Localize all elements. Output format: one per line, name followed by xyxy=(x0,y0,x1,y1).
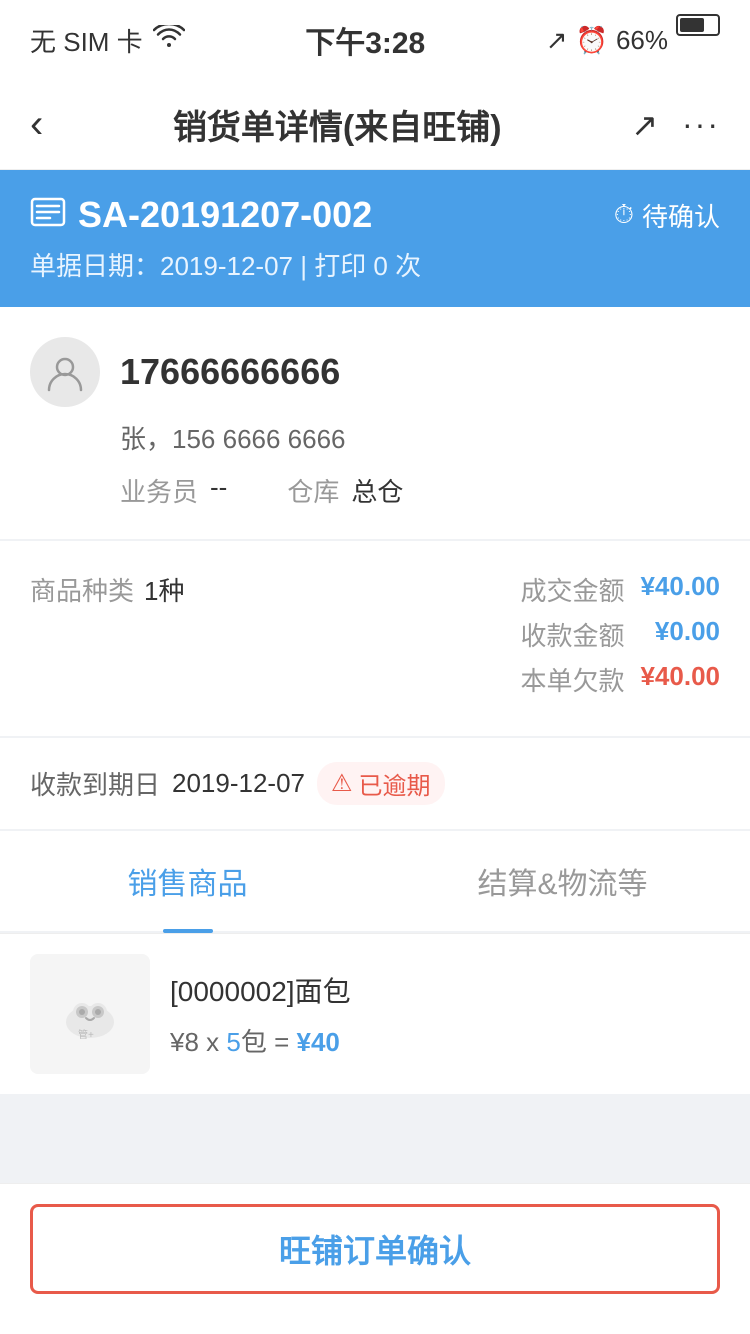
owing-row: 本单欠款 ¥40.00 xyxy=(520,661,720,698)
nav-bar: ‹ 销货单详情(来自旺铺) ↗ ··· xyxy=(0,80,750,170)
nav-actions: ↗ ··· xyxy=(631,106,720,144)
salesman-label: 业务员 xyxy=(120,472,198,509)
svg-text:管+: 管+ xyxy=(78,1028,94,1041)
back-button[interactable]: ‹ xyxy=(30,102,43,147)
customer-name: 张，156 6666 6666 xyxy=(30,419,720,456)
page-title: 销货单详情(来自旺铺) xyxy=(173,100,502,149)
clock-icon: ⏱ xyxy=(614,199,634,231)
owing-value: ¥40.00 xyxy=(640,661,720,698)
due-section: 收款到期日 2019-12-07 ⚠ 已逾期 xyxy=(0,738,750,829)
wifi-icon xyxy=(153,25,185,56)
received-label: 收款金额 xyxy=(520,616,624,653)
customer-row: 17666666666 xyxy=(30,337,720,407)
warehouse-value: 总仓 xyxy=(351,472,403,509)
alarm-icon: ⏰ xyxy=(576,25,608,56)
product-unit: 包 xyxy=(241,1027,267,1057)
product-type-label: 商品种类 xyxy=(30,571,134,608)
status-text: 待确认 xyxy=(642,197,720,234)
tabs-row: 销售商品 结算&物流等 xyxy=(0,831,750,933)
confirm-order-button[interactable]: 旺铺订单确认 xyxy=(30,1204,720,1294)
product-info: [0000002]面包 ¥8 x 5包 = ¥40 xyxy=(170,970,720,1059)
product-qty: 5 xyxy=(226,1027,240,1057)
salesman-value: -- xyxy=(210,472,227,509)
received-row: 收款金额 ¥0.00 xyxy=(520,616,720,653)
avatar xyxy=(30,337,100,407)
received-value: ¥0.00 xyxy=(655,616,720,653)
amount-row: 成交金额 ¥40.00 xyxy=(520,571,720,608)
info-right: 成交金额 ¥40.00 收款金额 ¥0.00 本单欠款 ¥40.00 xyxy=(520,571,720,706)
product-type-item: 商品种类 1种 xyxy=(30,571,184,608)
info-section: 商品种类 1种 成交金额 ¥40.00 收款金额 ¥0.00 本单欠款 ¥40.… xyxy=(0,541,750,736)
customer-section: 17666666666 张，156 6666 6666 业务员 -- 仓库 总仓 xyxy=(0,307,750,539)
info-left: 商品种类 1种 xyxy=(30,571,184,618)
amount-value: ¥40.00 xyxy=(640,571,720,608)
product-calc: ¥8 x 5包 = ¥40 xyxy=(170,1022,720,1059)
due-date-value: 2019-12-07 xyxy=(172,768,305,799)
owing-label: 本单欠款 xyxy=(520,661,624,698)
tabs-section: 销售商品 结算&物流等 xyxy=(0,831,750,934)
product-image: 管+ xyxy=(30,954,150,1074)
warehouse-item: 仓库 总仓 xyxy=(287,472,403,509)
carrier-text: 无 SIM 卡 xyxy=(30,22,143,59)
overdue-icon: ⚠ xyxy=(331,769,353,798)
confirm-bar: 旺铺订单确认 xyxy=(0,1183,750,1334)
status-bar: 无 SIM 卡 下午3:28 ↗ ⏰ 66% xyxy=(0,0,750,80)
product-section: 管+ [0000002]面包 ¥8 x 5包 = ¥40 xyxy=(0,934,750,1094)
overdue-badge: ⚠ 已逾期 xyxy=(317,762,445,805)
order-id: SA-20191207-002 xyxy=(30,194,372,236)
header-top: SA-20191207-002 ⏱ 待确认 xyxy=(30,194,720,236)
status-left: 无 SIM 卡 xyxy=(30,22,185,59)
customer-meta: 业务员 -- 仓库 总仓 xyxy=(30,472,720,509)
overdue-text: 已逾期 xyxy=(359,766,431,801)
warehouse-label: 仓库 xyxy=(287,472,339,509)
more-button[interactable]: ··· xyxy=(682,106,720,143)
battery-text: 66% xyxy=(616,25,668,56)
product-name: [0000002]面包 xyxy=(170,970,720,1010)
tab-settlement[interactable]: 结算&物流等 xyxy=(375,831,750,931)
customer-phone: 17666666666 xyxy=(120,351,340,393)
status-time: 下午3:28 xyxy=(305,18,425,62)
status-right: ↗ ⏰ 66% xyxy=(546,14,720,67)
due-label: 收款到期日 xyxy=(30,765,160,802)
tab-sales-products[interactable]: 销售商品 xyxy=(0,831,375,931)
header-banner: SA-20191207-002 ⏱ 待确认 单据日期：2019-12-07 | … xyxy=(0,170,750,307)
order-date: 单据日期：2019-12-07 | 打印 0 次 xyxy=(30,246,720,283)
product-item: 管+ [0000002]面包 ¥8 x 5包 = ¥40 xyxy=(30,954,720,1074)
amount-label: 成交金额 xyxy=(520,571,624,608)
share-button[interactable]: ↗ xyxy=(631,106,658,144)
order-status-badge: ⏱ 待确认 xyxy=(614,197,720,234)
battery-icon xyxy=(676,14,720,67)
product-total: ¥40 xyxy=(297,1027,340,1057)
product-type-value: 1种 xyxy=(144,571,184,608)
order-icon xyxy=(30,194,66,236)
salesman-item: 业务员 -- xyxy=(120,472,227,509)
location-icon: ↗ xyxy=(546,25,568,56)
product-price: ¥8 x xyxy=(170,1027,226,1057)
info-row: 商品种类 1种 成交金额 ¥40.00 收款金额 ¥0.00 本单欠款 ¥40.… xyxy=(30,571,720,706)
product-eq: = xyxy=(267,1027,297,1057)
